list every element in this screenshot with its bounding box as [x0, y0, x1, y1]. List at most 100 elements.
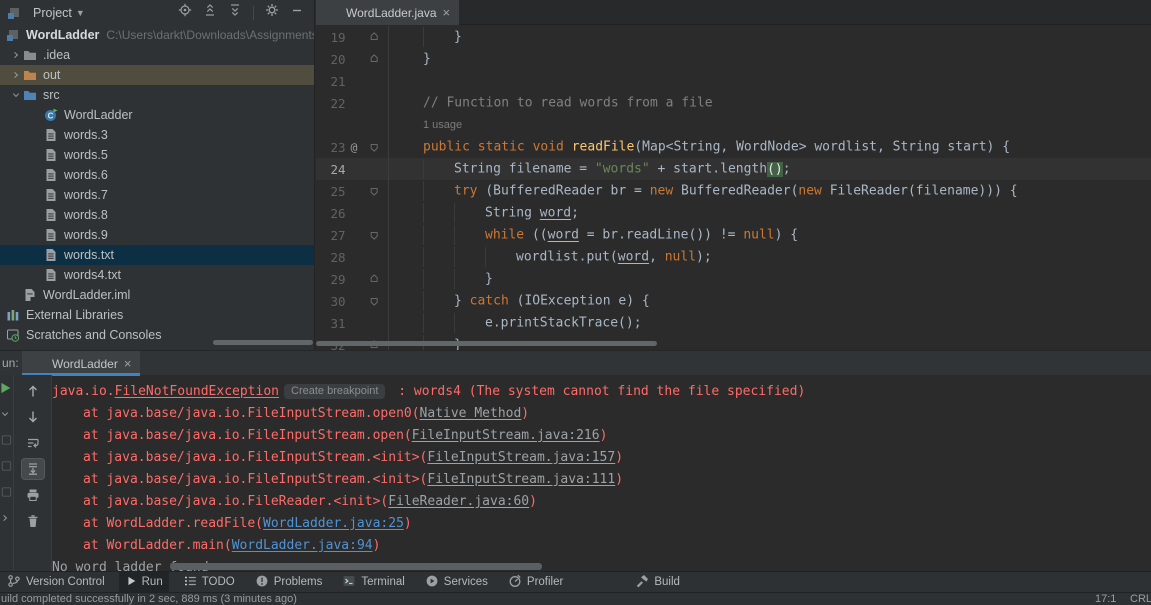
code-line-24[interactable]: 24String filename = "words" + start.leng… [316, 158, 1151, 180]
close-icon[interactable]: × [124, 359, 132, 369]
tree-item-words-8[interactable]: words.8 [0, 205, 314, 225]
console-exception-line: java.io.FileNotFoundExceptionCreate brea… [52, 380, 1151, 402]
expand-all-icon[interactable] [203, 3, 217, 22]
print-icon[interactable] [22, 485, 44, 505]
code-token: word [548, 228, 579, 243]
console-horizontal-scrollbar[interactable] [170, 563, 542, 570]
code-line-23[interactable]: 23@public static void readFile(Map<Strin… [316, 136, 1151, 158]
project-horizontal-scrollbar[interactable] [213, 340, 313, 345]
chevron-down-icon[interactable]: ▼ [76, 8, 85, 18]
console-output[interactable]: java.io.FileNotFoundExceptionCreate brea… [52, 375, 1151, 571]
profiler-icon [508, 574, 522, 591]
caret-position[interactable]: 17:1 [1095, 593, 1116, 605]
collapse-all-icon[interactable] [228, 3, 242, 22]
code-line-28[interactable]: 28wordlist.put(word, null); [316, 246, 1151, 268]
indent-guide [454, 247, 485, 267]
scroll-to-end-icon[interactable] [22, 459, 44, 479]
settings-icon[interactable] [265, 3, 279, 22]
run-tab-wordladder[interactable]: WordLadder × [22, 351, 140, 376]
toolwindow-button-profiler[interactable]: Profiler [502, 572, 569, 593]
frame-source-link[interactable]: FileReader.java:60 [388, 494, 529, 509]
tool-icon[interactable] [0, 453, 13, 479]
tree-item-wordladder[interactable]: WordLadderC:\Users\darkt\Downloads\Assig… [0, 25, 314, 45]
create-breakpoint-chip[interactable]: Create breakpoint [284, 384, 385, 399]
chevron-right-icon[interactable] [8, 68, 23, 82]
editor-horizontal-scrollbar[interactable] [316, 341, 657, 346]
editor[interactable]: WordLadder.java × 19}20}2122// Function … [316, 0, 1151, 350]
tree-item-wordladder-iml[interactable]: WordLadder.iml [0, 285, 314, 305]
tree-item-idea[interactable]: .idea [0, 45, 314, 65]
chevron-right-icon[interactable] [8, 48, 23, 62]
exception-class-link[interactable]: FileNotFoundException [115, 384, 279, 399]
fold-marker-icon[interactable] [362, 52, 388, 66]
arrow-down-icon[interactable] [22, 407, 44, 427]
file-text-icon [44, 268, 59, 282]
fold-marker-icon[interactable] [362, 30, 388, 44]
tree-item-words-txt[interactable]: words.txt [0, 245, 314, 265]
clear-icon[interactable] [22, 511, 44, 531]
tree-item-words4-txt[interactable]: words4.txt [0, 265, 314, 285]
code-line-20[interactable]: 20} [316, 48, 1151, 70]
locate-icon[interactable] [178, 3, 192, 22]
tool-icon[interactable] [0, 479, 13, 505]
toolwindow-button-services[interactable]: Services [419, 572, 494, 593]
code-text: } [389, 269, 493, 289]
tree-item-wordladder[interactable]: CWordLadder [0, 105, 314, 125]
fold-marker-icon[interactable] [362, 228, 388, 242]
stack-frame: at java.base/java.io.FileInputStream.<in… [52, 468, 1151, 490]
code-line-25[interactable]: 25try (BufferedReader br = new BufferedR… [316, 180, 1151, 202]
code-line-19[interactable]: 19} [316, 26, 1151, 48]
code-line-22[interactable]: 22// Function to read words from a file [316, 92, 1151, 114]
code-line-30[interactable]: 30} catch (IOException e) { [316, 290, 1151, 312]
toolwindow-button-build[interactable]: Build [629, 572, 686, 593]
gutter: 31 [316, 312, 389, 334]
tree-item-label: words.9 [64, 228, 108, 242]
tree-item-src[interactable]: src [0, 85, 314, 105]
code-line-26[interactable]: 26String word; [316, 202, 1151, 224]
code-line-29[interactable]: 29} [316, 268, 1151, 290]
tree-item-out[interactable]: out [0, 65, 314, 85]
tool-icon[interactable] [0, 427, 13, 453]
rerun-icon[interactable] [0, 375, 13, 401]
frame-source-link[interactable]: FileInputStream.java:111 [427, 472, 615, 487]
toolwindow-button-version-control[interactable]: Version Control [1, 572, 111, 593]
fold-marker-icon[interactable] [362, 184, 388, 198]
frame-source-link[interactable]: Native Method [420, 406, 522, 421]
code-line-21[interactable]: 21 [316, 70, 1151, 92]
frame-source-link[interactable]: WordLadder.java:94 [232, 538, 373, 553]
frame-source-link[interactable]: WordLadder.java:25 [263, 516, 404, 531]
usages-inlay-hint[interactable]: 1 usage [389, 119, 462, 131]
code-line-31[interactable]: 31e.printStackTrace(); [316, 312, 1151, 334]
frame-source-link[interactable]: FileInputStream.java:216 [412, 428, 600, 443]
soft-wrap-icon[interactable] [22, 433, 44, 453]
chevron-down-icon[interactable] [0, 401, 13, 427]
file-iml-icon [23, 288, 38, 302]
line-ending-indicator[interactable]: CRLF [1130, 593, 1151, 605]
close-icon[interactable]: × [443, 8, 451, 18]
project-path: C:\Users\darkt\Downloads\Assignments [106, 28, 314, 42]
chevron-down-icon[interactable] [8, 88, 23, 102]
code-line-27[interactable]: 27while ((word = br.readLine()) != null)… [316, 224, 1151, 246]
tree-item-words-3[interactable]: words.3 [0, 125, 314, 145]
hide-icon[interactable] [290, 3, 304, 22]
code-token: (( [532, 228, 548, 243]
tab-wordladder-java[interactable]: WordLadder.java × [316, 0, 459, 25]
tree-item-words-9[interactable]: words.9 [0, 225, 314, 245]
code-area[interactable]: 19}20}2122// Function to read words from… [316, 26, 1151, 350]
arrow-up-icon[interactable] [22, 381, 44, 401]
tree-item-words-5[interactable]: words.5 [0, 145, 314, 165]
fold-marker-icon[interactable] [362, 272, 388, 286]
tree-item-words-6[interactable]: words.6 [0, 165, 314, 185]
fold-marker-icon[interactable] [362, 294, 388, 308]
tree-item-external-libraries[interactable]: External Libraries [0, 305, 314, 325]
toolwindow-button-problems[interactable]: Problems [249, 572, 329, 593]
project-panel-title[interactable]: Project [33, 6, 72, 20]
frame-source-link[interactable]: FileInputStream.java:157 [427, 450, 615, 465]
fold-marker-icon[interactable] [362, 140, 388, 154]
toolwindow-button-run[interactable]: Run [119, 572, 169, 593]
toolwindow-button-terminal[interactable]: Terminal [336, 572, 410, 593]
chevron-right-icon[interactable] [0, 505, 13, 531]
code-text: public static void readFile(Map<String, … [389, 137, 1010, 157]
toolwindow-button-todo[interactable]: TODO [177, 572, 241, 593]
tree-item-words-7[interactable]: words.7 [0, 185, 314, 205]
